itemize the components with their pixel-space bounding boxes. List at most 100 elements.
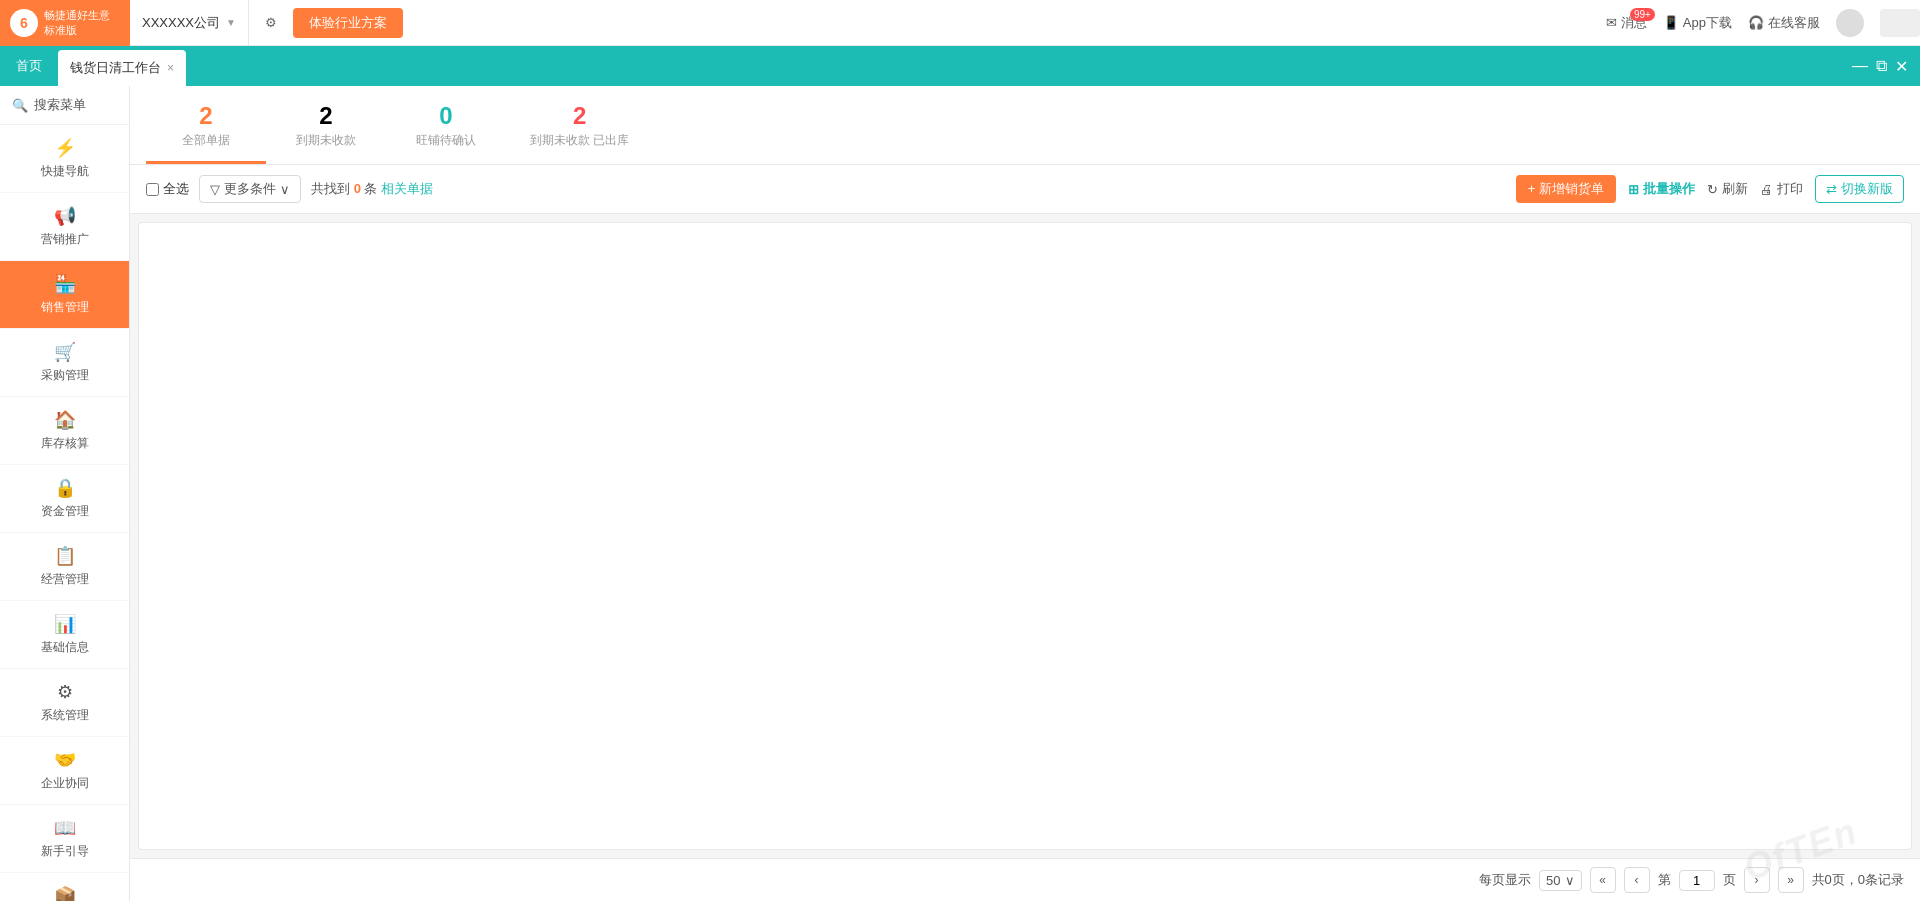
stat-label-overdue: 到期未收款	[296, 132, 356, 149]
page-unit: 页	[1723, 871, 1736, 889]
search-icon: 🔍	[12, 98, 28, 113]
sidebar-label-system: 系统管理	[41, 707, 89, 724]
sidebar-item-operations[interactable]: 📋 经营管理	[0, 533, 129, 601]
pagination: 每页显示 50 ∨ « ‹ 第 页 › » 共0页，0条记录	[130, 858, 1920, 901]
print-btn[interactable]: 🖨 打印	[1760, 180, 1803, 198]
tab-minimize-btn[interactable]: —	[1852, 57, 1868, 75]
sidebar-icon-system: ⚙	[57, 681, 73, 703]
app-download-label: App下载	[1683, 14, 1732, 32]
sidebar-item-app-center[interactable]: 📦 应用中心	[0, 873, 129, 901]
batch-ops-btn[interactable]: ⊞ 批量操作	[1628, 180, 1695, 198]
select-all-input[interactable]	[146, 183, 159, 196]
filter-icon: ▽	[210, 182, 220, 197]
sidebar-icon-marketing: 📢	[54, 205, 76, 227]
found-count: 0	[354, 181, 361, 196]
online-service-button[interactable]: 🎧 在线客服	[1748, 14, 1820, 32]
prev-page-btn[interactable]: ‹	[1624, 867, 1650, 893]
add-sales-btn[interactable]: + 新增销货单	[1516, 175, 1616, 203]
stat-tab-overdue[interactable]: 2 到期未收款	[266, 94, 386, 164]
toolbar: 全选 ▽ 更多条件 ∨ 共找到 0 条 相关单据 + 新增销货单 ⊞	[130, 165, 1920, 214]
app-icon: 📱	[1663, 15, 1679, 30]
related-documents-link[interactable]: 相关单据	[381, 181, 433, 196]
per-page-arrow: ∨	[1565, 873, 1575, 888]
chevron-down-icon: ∨	[280, 182, 290, 197]
sidebar-icon-basic-info: 📊	[54, 613, 76, 635]
logo-icon: 6	[10, 9, 38, 37]
stat-count-out: 2	[573, 102, 586, 130]
sidebar-item-sales[interactable]: 🏪 销售管理	[0, 261, 129, 329]
stat-tab-pending[interactable]: 0 旺铺待确认	[386, 94, 506, 164]
stat-count-pending: 0	[439, 102, 452, 130]
last-page-btn[interactable]: »	[1778, 867, 1804, 893]
avatar[interactable]	[1836, 9, 1864, 37]
stat-count-overdue: 2	[319, 102, 332, 130]
more-conditions-label: 更多条件	[224, 180, 276, 198]
sidebar-item-capital[interactable]: 🔒 资金管理	[0, 465, 129, 533]
sidebar-item-enterprise[interactable]: 🤝 企业协同	[0, 737, 129, 805]
sidebar-label-enterprise: 企业协同	[41, 775, 89, 792]
stat-tab-out[interactable]: 2 到期未收款 已出库	[506, 94, 653, 164]
switch-icon: ⇄	[1826, 182, 1837, 197]
switch-new-version-btn[interactable]: ⇄ 切换新版	[1815, 175, 1904, 203]
sidebar-item-guide[interactable]: 📖 新手引导	[0, 805, 129, 873]
batch-icon: ⊞	[1628, 182, 1639, 197]
sidebar-item-system[interactable]: ⚙ 系统管理	[0, 669, 129, 737]
sidebar-item-purchase[interactable]: 🛒 采购管理	[0, 329, 129, 397]
tab-restore-btn[interactable]: ⧉	[1876, 57, 1887, 75]
sidebar-icon-sales: 🏪	[54, 273, 76, 295]
header-right: ✉ 消息 99 📱 App下载 🎧 在线客服	[1606, 9, 1920, 37]
sidebar-label-capital: 资金管理	[41, 503, 89, 520]
table-area	[138, 222, 1912, 850]
stats-bar: 2 全部单据 2 到期未收款 0 旺铺待确认 2 到期未收款 已出库	[130, 86, 1920, 165]
sidebar-label-sales: 销售管理	[41, 299, 89, 316]
stat-label-pending: 旺铺待确认	[416, 132, 476, 149]
sidebar-label-purchase: 采购管理	[41, 367, 89, 384]
sidebar-item-basic-info[interactable]: 📊 基础信息	[0, 601, 129, 669]
sidebar-label-operations: 经营管理	[41, 571, 89, 588]
app-download-button[interactable]: 📱 App下载	[1663, 14, 1732, 32]
tab-active[interactable]: 钱货日清工作台 ×	[58, 50, 186, 86]
sidebar-item-marketing[interactable]: 📢 营销推广	[0, 193, 129, 261]
refresh-btn[interactable]: ↻ 刷新	[1707, 180, 1748, 198]
content-area: 2 全部单据 2 到期未收款 0 旺铺待确认 2 到期未收款 已出库 全选 ▽ …	[130, 86, 1920, 901]
per-page-select[interactable]: 50 ∨	[1539, 870, 1581, 891]
tab-close-btn[interactable]: ✕	[1895, 57, 1908, 76]
service-icon: 🎧	[1748, 15, 1764, 30]
stat-label-all: 全部单据	[182, 132, 230, 149]
tab-close-icon[interactable]: ×	[167, 61, 174, 75]
tab-home[interactable]: 首页	[0, 46, 58, 86]
more-conditions-btn[interactable]: ▽ 更多条件 ∨	[199, 175, 301, 203]
message-button[interactable]: ✉ 消息 99	[1606, 14, 1647, 32]
first-page-btn[interactable]: «	[1590, 867, 1616, 893]
logo-area: 6 畅捷通好生意 标准版	[0, 0, 130, 46]
stat-label-out: 到期未收款 已出库	[530, 132, 629, 149]
toolbar-right: + 新增销货单 ⊞ 批量操作 ↻ 刷新 🖨 打印 ⇄ 切换新版	[1516, 175, 1904, 203]
logo-text: 畅捷通好生意 标准版	[44, 8, 110, 37]
sidebar-icon-inventory: 🏠	[54, 409, 76, 431]
tab-bar-right: — ⧉ ✕	[1852, 57, 1920, 76]
sidebar-icon-purchase: 🛒	[54, 341, 76, 363]
sidebar-label-inventory: 库存核算	[41, 435, 89, 452]
sidebar-icon-guide: 📖	[54, 817, 76, 839]
stat-tab-all[interactable]: 2 全部单据	[146, 94, 266, 164]
toolbar-left: 全选 ▽ 更多条件 ∨ 共找到 0 条 相关单据	[146, 175, 433, 203]
tab-bar: 首页 钱货日清工作台 × — ⧉ ✕	[0, 46, 1920, 86]
trial-button[interactable]: 体验行业方案	[293, 8, 403, 38]
sidebar-item-quick-nav[interactable]: ⚡ 快捷导航	[0, 125, 129, 193]
online-service-label: 在线客服	[1768, 14, 1820, 32]
total-text: 共0页，0条记录	[1812, 871, 1904, 889]
next-page-btn[interactable]: ›	[1744, 867, 1770, 893]
sidebar-label-basic-info: 基础信息	[41, 639, 89, 656]
page-input[interactable]	[1679, 870, 1715, 891]
sidebar-icon-quick-nav: ⚡	[54, 137, 76, 159]
settings-button[interactable]: ⚙	[255, 7, 287, 39]
search-menu[interactable]: 🔍 搜索菜单	[0, 86, 129, 125]
sidebar-label-marketing: 营销推广	[41, 231, 89, 248]
select-all-label: 全选	[163, 180, 189, 198]
select-all-checkbox[interactable]: 全选	[146, 180, 189, 198]
sidebar-item-inventory[interactable]: 🏠 库存核算	[0, 397, 129, 465]
stat-count-all: 2	[199, 102, 212, 130]
avatar2[interactable]	[1880, 9, 1920, 37]
tab-home-label: 首页	[16, 57, 42, 75]
company-selector[interactable]: XXXXXX公司 ▼	[130, 0, 249, 46]
